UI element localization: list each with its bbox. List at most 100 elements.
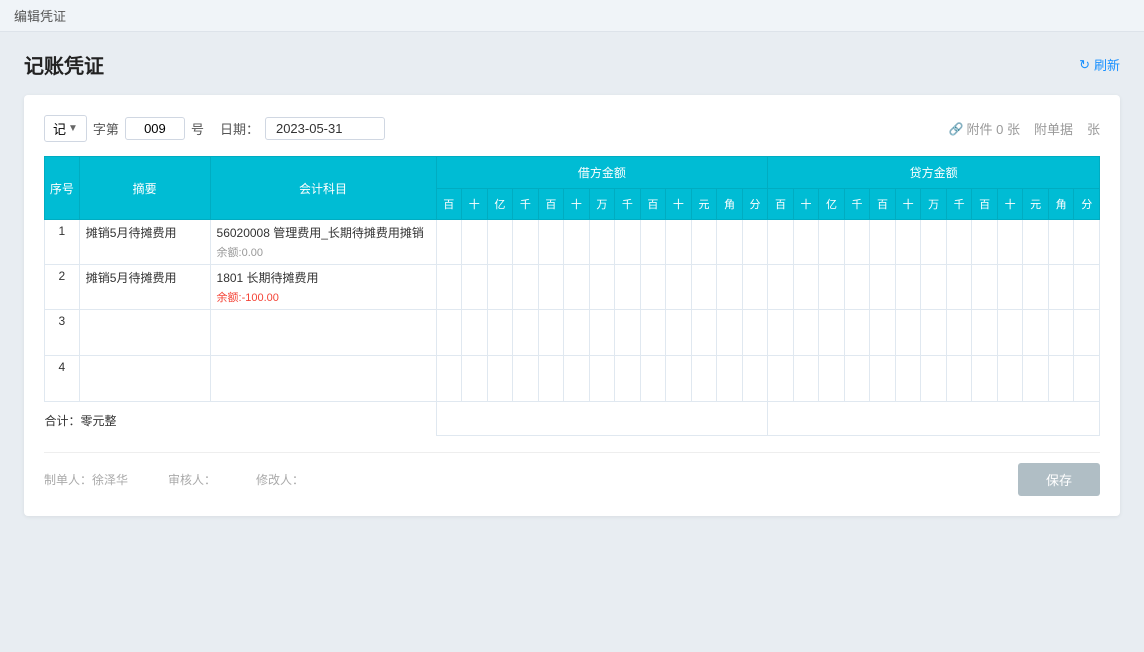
credit-digit-0-9[interactable] [997,220,1023,265]
credit-digit-3-8[interactable] [972,356,998,402]
credit-digit-2-8[interactable] [972,310,998,356]
debit-digit-0-11[interactable] [717,220,743,265]
debit-digit-1-3[interactable] [513,265,539,310]
credit-digit-3-1[interactable] [793,356,819,402]
debit-digit-0-12[interactable] [742,220,768,265]
credit-digit-3-7[interactable] [946,356,972,402]
debit-digit-3-4[interactable] [538,356,564,402]
credit-digit-1-4[interactable] [870,265,896,310]
debit-digit-3-1[interactable] [462,356,488,402]
debit-digit-3-9[interactable] [666,356,692,402]
debit-digit-3-12[interactable] [742,356,768,402]
debit-digit-2-6[interactable] [589,310,615,356]
debit-digit-0-5[interactable] [564,220,590,265]
voucher-num-input[interactable] [125,117,185,140]
credit-digit-0-12[interactable] [1074,220,1100,265]
debit-digit-3-10[interactable] [691,356,717,402]
debit-digit-1-11[interactable] [717,265,743,310]
credit-digit-1-0[interactable] [768,265,794,310]
debit-digit-1-2[interactable] [487,265,513,310]
credit-digit-2-4[interactable] [870,310,896,356]
credit-digit-1-8[interactable] [972,265,998,310]
credit-digit-0-6[interactable] [921,220,947,265]
debit-digit-2-9[interactable] [666,310,692,356]
row-account-3[interactable] [210,356,436,402]
voucher-type-button[interactable]: 记 ▼ [44,115,87,142]
credit-digit-0-7[interactable] [946,220,972,265]
credit-digit-2-6[interactable] [921,310,947,356]
debit-digit-2-3[interactable] [513,310,539,356]
credit-digit-0-3[interactable] [844,220,870,265]
debit-digit-1-7[interactable] [615,265,641,310]
credit-digit-0-8[interactable] [972,220,998,265]
credit-digit-2-3[interactable] [844,310,870,356]
credit-digit-1-3[interactable] [844,265,870,310]
debit-digit-2-8[interactable] [640,310,666,356]
credit-digit-1-6[interactable] [921,265,947,310]
debit-digit-2-0[interactable] [436,310,462,356]
credit-digit-2-2[interactable] [819,310,845,356]
debit-digit-2-10[interactable] [691,310,717,356]
credit-digit-3-0[interactable] [768,356,794,402]
debit-digit-1-12[interactable] [742,265,768,310]
refresh-button[interactable]: ↻ 刷新 [1079,55,1120,74]
credit-digit-0-10[interactable] [1023,220,1049,265]
debit-digit-0-6[interactable] [589,220,615,265]
row-account-0[interactable]: 56020008 管理费用_长期待摊费用摊销余额:0.00 [210,220,436,265]
debit-digit-3-3[interactable] [513,356,539,402]
debit-digit-0-2[interactable] [487,220,513,265]
save-button[interactable]: 保存 [1018,463,1100,496]
credit-digit-2-5[interactable] [895,310,921,356]
credit-digit-1-9[interactable] [997,265,1023,310]
credit-digit-2-12[interactable] [1074,310,1100,356]
debit-digit-1-10[interactable] [691,265,717,310]
credit-digit-1-1[interactable] [793,265,819,310]
credit-digit-3-10[interactable] [1023,356,1049,402]
debit-digit-1-1[interactable] [462,265,488,310]
credit-digit-1-11[interactable] [1048,265,1074,310]
debit-digit-1-4[interactable] [538,265,564,310]
credit-digit-1-12[interactable] [1074,265,1100,310]
debit-digit-3-0[interactable] [436,356,462,402]
credit-digit-0-11[interactable] [1048,220,1074,265]
debit-digit-0-9[interactable] [666,220,692,265]
debit-digit-3-5[interactable] [564,356,590,402]
credit-digit-0-0[interactable] [768,220,794,265]
credit-digit-0-2[interactable] [819,220,845,265]
debit-digit-3-8[interactable] [640,356,666,402]
credit-digit-1-5[interactable] [895,265,921,310]
credit-digit-0-5[interactable] [895,220,921,265]
debit-digit-2-12[interactable] [742,310,768,356]
row-summary-3[interactable] [79,356,210,402]
debit-digit-1-0[interactable] [436,265,462,310]
credit-digit-0-4[interactable] [870,220,896,265]
credit-digit-3-2[interactable] [819,356,845,402]
credit-digit-3-4[interactable] [870,356,896,402]
row-account-2[interactable] [210,310,436,356]
attachment-link[interactable]: 🔗 附件 0 张 [949,119,1020,138]
credit-digit-2-11[interactable] [1048,310,1074,356]
credit-digit-2-10[interactable] [1023,310,1049,356]
debit-digit-0-7[interactable] [615,220,641,265]
date-input[interactable] [265,117,385,140]
debit-digit-0-1[interactable] [462,220,488,265]
credit-digit-3-5[interactable] [895,356,921,402]
debit-digit-0-0[interactable] [436,220,462,265]
debit-digit-2-5[interactable] [564,310,590,356]
credit-digit-3-12[interactable] [1074,356,1100,402]
row-summary-2[interactable] [79,310,210,356]
debit-digit-3-7[interactable] [615,356,641,402]
credit-digit-2-7[interactable] [946,310,972,356]
debit-digit-1-5[interactable] [564,265,590,310]
debit-digit-2-11[interactable] [717,310,743,356]
debit-digit-2-4[interactable] [538,310,564,356]
debit-digit-2-7[interactable] [615,310,641,356]
debit-digit-1-9[interactable] [666,265,692,310]
debit-digit-3-6[interactable] [589,356,615,402]
debit-digit-1-6[interactable] [589,265,615,310]
debit-digit-0-3[interactable] [513,220,539,265]
credit-digit-0-1[interactable] [793,220,819,265]
credit-digit-1-10[interactable] [1023,265,1049,310]
credit-digit-2-0[interactable] [768,310,794,356]
credit-digit-2-9[interactable] [997,310,1023,356]
